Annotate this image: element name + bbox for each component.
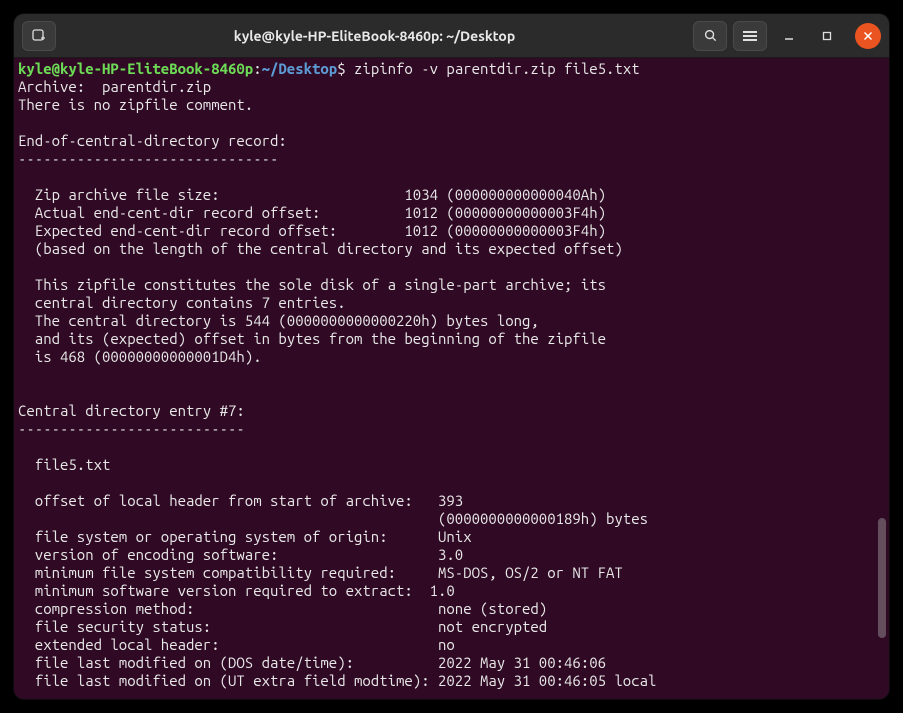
output-line: and its (expected) offset in bytes from … [18,330,606,347]
command-text: zipinfo -v parentdir.zip file5.txt [354,60,640,77]
output-line: The central directory is 544 (0000000000… [18,312,539,329]
output-line: extended local header: no [18,636,455,653]
output-line: file last modified on (DOS date/time): 2… [18,654,606,671]
minimize-button[interactable] [773,21,805,51]
output-line: This zipfile constitutes the sole disk o… [18,276,606,293]
new-tab-icon [31,28,47,44]
titlebar: kyle@kyle-HP-EliteBook-8460p: ~/Desktop [14,14,889,58]
prompt-user-host: kyle@kyle-HP-EliteBook-8460p [18,60,253,77]
minimize-icon [783,30,795,42]
terminal-content: kyle@kyle-HP-EliteBook-8460p:~/Desktop$ … [16,60,887,690]
output-line: Actual end-cent-dir record offset: 1012 … [18,204,606,221]
maximize-icon [821,30,833,42]
output-line: compression method: none (stored) [18,600,547,617]
output-line: file last modified on (UT extra field mo… [18,672,656,689]
output-line: central directory contains 7 entries. [18,294,346,311]
new-tab-button[interactable] [22,21,56,51]
output-line: is 468 (00000000000001D4h). [18,348,262,365]
prompt-dollar: $ [337,60,354,77]
output-line: Expected end-cent-dir record offset: 101… [18,222,606,239]
output-line: file system or operating system of origi… [18,528,472,545]
maximize-button[interactable] [811,21,843,51]
output-line: file security status: not encrypted [18,618,547,635]
output-line: ------------------------------- [18,150,278,167]
output-line: minimum software version required to ext… [18,582,455,599]
output-line: minimum file system compatibility requir… [18,564,623,581]
output-line: (based on the length of the central dire… [18,240,623,257]
output-line: Archive: parentdir.zip [18,78,211,95]
search-button[interactable] [693,21,727,51]
terminal-window: kyle@kyle-HP-EliteBook-8460p: ~/Desktop [14,14,889,699]
output-line: version of encoding software: 3.0 [18,546,463,563]
close-button[interactable] [855,23,881,49]
terminal-area[interactable]: kyle@kyle-HP-EliteBook-8460p:~/Desktop$ … [14,58,889,699]
scroll-thumb[interactable] [878,518,886,638]
output-line: (0000000000000189h) bytes [18,510,648,527]
output-line: --------------------------- [18,420,245,437]
output-line: offset of local header from start of arc… [18,492,463,509]
close-icon [863,31,873,41]
output-line: Central directory entry #7: [18,402,245,419]
output-line: file5.txt [18,456,110,473]
titlebar-right [693,21,881,51]
prompt-colon: : [253,60,261,77]
scrollbar[interactable] [877,58,887,699]
hamburger-icon [743,31,757,33]
output-line: There is no zipfile comment. [18,96,253,113]
output-line: Zip archive file size: 1034 (00000000000… [18,186,606,203]
menu-button[interactable] [733,21,767,51]
prompt-path: ~/Desktop [262,60,338,77]
search-icon [703,28,718,43]
window-title: kyle@kyle-HP-EliteBook-8460p: ~/Desktop [64,28,685,44]
output-line: End-of-central-directory record: [18,132,287,149]
